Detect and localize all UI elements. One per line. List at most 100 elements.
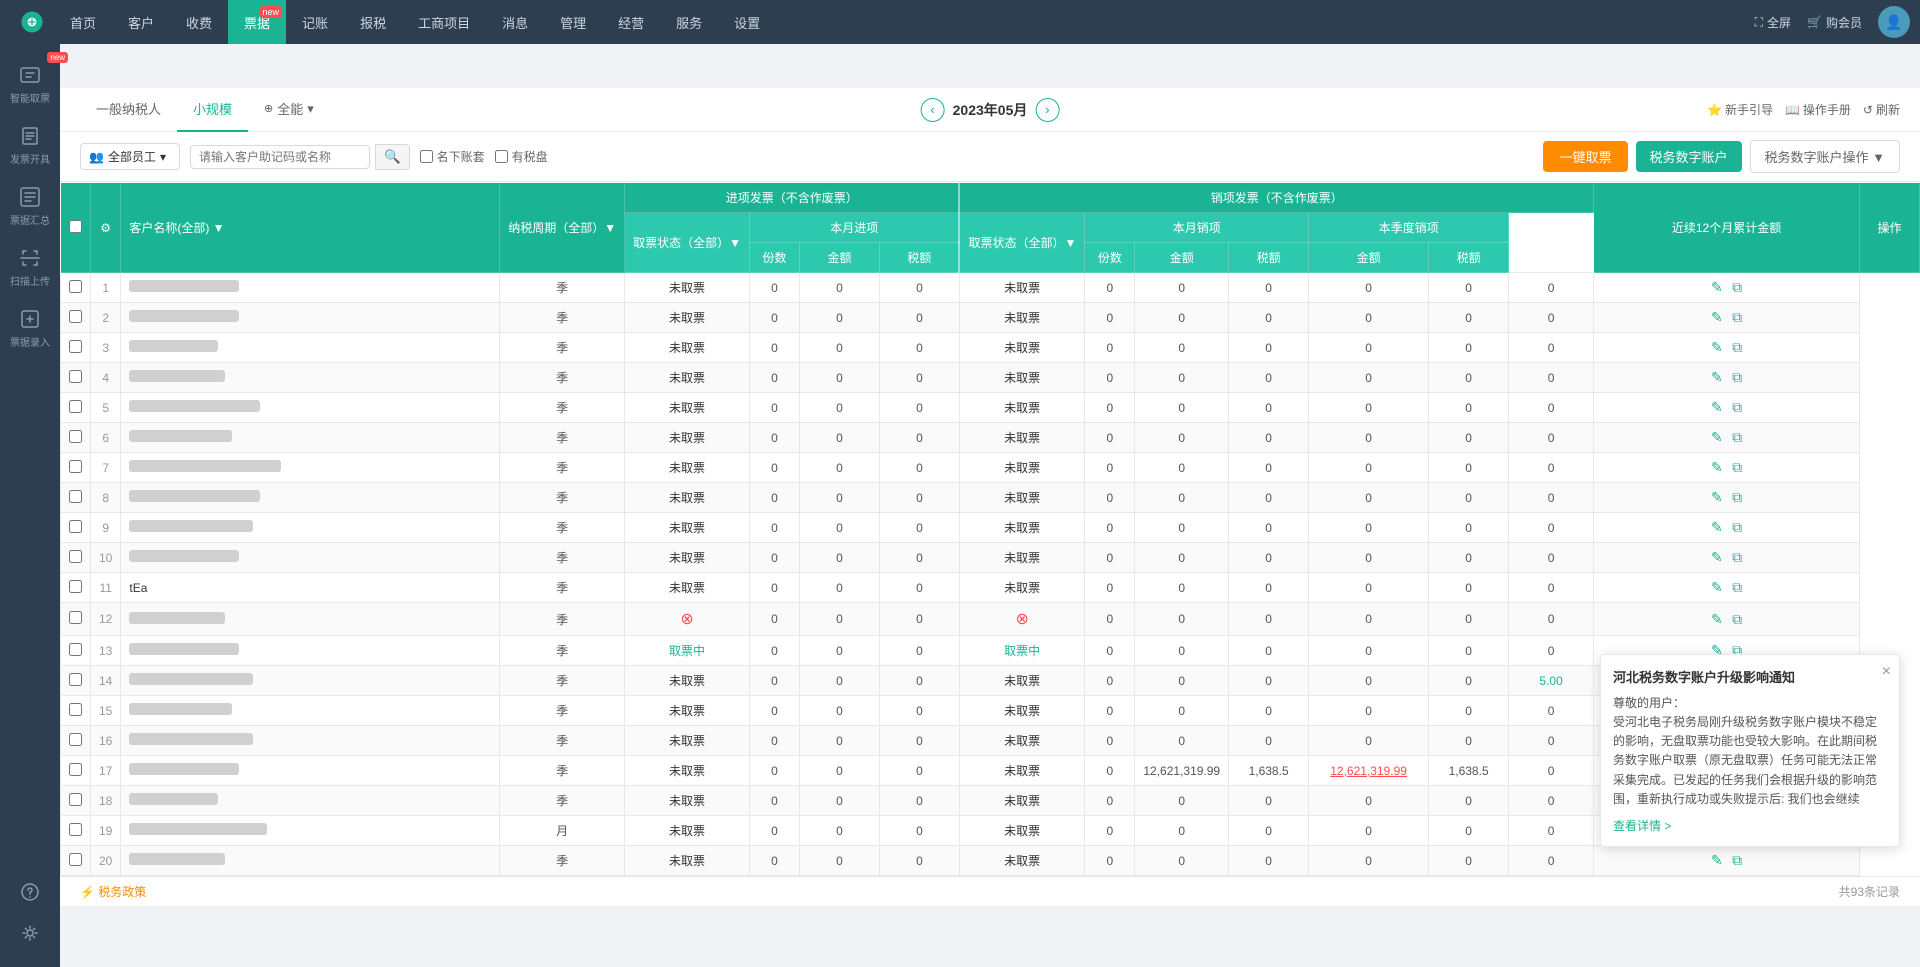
copy-icon[interactable]: ⧉ — [1732, 489, 1742, 505]
row-check[interactable] — [61, 666, 91, 696]
sidebar-item-ticket-summary[interactable]: 票据汇总 — [0, 176, 60, 237]
sidebar-item-settings[interactable] — [19, 922, 41, 947]
copy-icon[interactable]: ⧉ — [1732, 279, 1742, 295]
employee-select[interactable]: 👥 全部员工 ▾ — [80, 143, 180, 170]
new-guide-btn[interactable]: ⭐ 新手引导 — [1707, 101, 1773, 118]
edit-icon[interactable]: ✎ — [1711, 852, 1723, 868]
refresh-btn[interactable]: ↺ 刷新 — [1863, 101, 1900, 118]
edit-icon[interactable]: ✎ — [1711, 399, 1723, 415]
copy-icon[interactable]: ⧉ — [1732, 852, 1742, 868]
row-check[interactable] — [61, 573, 91, 603]
th-check — [61, 183, 91, 273]
copy-icon[interactable]: ⧉ — [1732, 611, 1742, 627]
logo[interactable] — [10, 0, 54, 44]
next-month-btn[interactable]: › — [1035, 98, 1059, 122]
check-sub-accounts[interactable]: 名下账套 — [420, 148, 485, 165]
copy-icon[interactable]: ⧉ — [1732, 309, 1742, 325]
sidebar-item-smart-ticket[interactable]: 智能取票 new — [0, 54, 60, 115]
row-check[interactable] — [61, 603, 91, 636]
sidebar-item-help[interactable] — [19, 881, 41, 906]
row-check[interactable] — [61, 273, 91, 303]
nav-home[interactable]: 首页 — [54, 0, 112, 44]
edit-icon[interactable]: ✎ — [1711, 611, 1723, 627]
copy-icon[interactable]: ⧉ — [1732, 519, 1742, 535]
prev-month-btn[interactable]: ‹ — [921, 98, 945, 122]
copy-icon[interactable]: ⧉ — [1732, 459, 1742, 475]
row-check[interactable] — [61, 453, 91, 483]
copy-icon[interactable]: ⧉ — [1732, 399, 1742, 415]
edit-icon[interactable]: ✎ — [1711, 489, 1723, 505]
row-check[interactable] — [61, 513, 91, 543]
row-in-amount: 0 — [799, 363, 879, 393]
copy-icon[interactable]: ⧉ — [1732, 339, 1742, 355]
th-in-month: 本月进项 — [749, 213, 959, 243]
notification-close-btn[interactable]: × — [1882, 663, 1891, 681]
edit-icon[interactable]: ✎ — [1711, 279, 1723, 295]
search-button[interactable]: 🔍 — [375, 144, 410, 170]
check-tax-disk[interactable]: 有税盘 — [495, 148, 548, 165]
nav-accounting[interactable]: 记账 — [286, 0, 344, 44]
row-out-tax: 0 — [1229, 603, 1309, 636]
row-check[interactable] — [61, 543, 91, 573]
edit-icon[interactable]: ✎ — [1711, 549, 1723, 565]
row-in-status: 取票中 — [625, 636, 750, 666]
copy-icon[interactable]: ⧉ — [1732, 549, 1742, 565]
nav-client[interactable]: 客户 — [112, 0, 170, 44]
tax-digital-operation-btn[interactable]: 税务数字账户操作 ▼ — [1750, 140, 1900, 173]
nav-business[interactable]: 工商项目 — [402, 0, 486, 44]
nav-operation[interactable]: 经营 — [602, 0, 660, 44]
row-check[interactable] — [61, 846, 91, 876]
edit-icon[interactable]: ✎ — [1711, 369, 1723, 385]
notification-more[interactable]: 查看详情 > — [1613, 817, 1887, 834]
edit-icon[interactable]: ✎ — [1711, 429, 1723, 445]
tab-general-taxpayer[interactable]: 一般纳税人 — [80, 88, 177, 132]
manual-btn[interactable]: 📖 操作手册 — [1785, 101, 1851, 118]
edit-icon[interactable]: ✎ — [1711, 309, 1723, 325]
nav-service[interactable]: 服务 — [660, 0, 718, 44]
row-check[interactable] — [61, 333, 91, 363]
user-avatar[interactable]: 👤 — [1878, 6, 1910, 38]
row-check[interactable] — [61, 393, 91, 423]
row-check[interactable] — [61, 786, 91, 816]
row-check[interactable] — [61, 483, 91, 513]
copy-icon[interactable]: ⧉ — [1732, 429, 1742, 445]
edit-icon[interactable]: ✎ — [1711, 519, 1723, 535]
sidebar-item-scan-upload[interactable]: 扫描上传 — [0, 237, 60, 298]
sub-accounts-checkbox[interactable] — [420, 150, 433, 163]
member-btn[interactable]: 🛒 购会员 — [1807, 14, 1862, 31]
search-input[interactable] — [190, 145, 370, 169]
one-click-ticket-btn[interactable]: 一键取票 — [1543, 141, 1627, 172]
sidebar-item-invoice-open[interactable]: 发票开具 — [0, 115, 60, 176]
select-all-checkbox[interactable] — [69, 220, 82, 233]
copy-icon[interactable]: ⧉ — [1732, 579, 1742, 595]
row-check[interactable] — [61, 696, 91, 726]
nav-ticket[interactable]: 票据 new — [228, 0, 286, 44]
tax-policy-link[interactable]: ⚡ 税务政策 — [80, 883, 146, 900]
nav-fee[interactable]: 收费 — [170, 0, 228, 44]
row-cumulative: 5.00 — [1509, 666, 1594, 696]
nav-tax[interactable]: 报税 — [344, 0, 402, 44]
nav-management[interactable]: 管理 — [544, 0, 602, 44]
row-in-tax: 0 — [879, 303, 959, 333]
nav-settings[interactable]: 设置 — [718, 0, 776, 44]
edit-icon[interactable]: ✎ — [1711, 459, 1723, 475]
edit-icon[interactable]: ✎ — [1711, 579, 1723, 595]
edit-icon[interactable]: ✎ — [1711, 339, 1723, 355]
tab-scope-select[interactable]: ⊕ 全能 ▾ — [248, 88, 330, 132]
tax-digital-account-btn[interactable]: 税务数字账户 — [1636, 141, 1742, 172]
row-check[interactable] — [61, 816, 91, 846]
row-check[interactable] — [61, 756, 91, 786]
row-q-tax: 0 — [1429, 786, 1509, 816]
row-check[interactable] — [61, 636, 91, 666]
copy-icon[interactable]: ⧉ — [1732, 369, 1742, 385]
row-check[interactable] — [61, 303, 91, 333]
row-check[interactable] — [61, 726, 91, 756]
tab-small-scale[interactable]: 小规模 — [177, 88, 248, 132]
nav-message[interactable]: 消息 — [486, 0, 544, 44]
sidebar-item-ticket-entry[interactable]: 票据录入 — [0, 298, 60, 359]
row-check[interactable] — [61, 363, 91, 393]
row-in-amount: 0 — [799, 273, 879, 303]
fullscreen-btn[interactable]: ⛶ 全屏 — [1755, 14, 1791, 31]
tax-disk-checkbox[interactable] — [495, 150, 508, 163]
row-check[interactable] — [61, 423, 91, 453]
